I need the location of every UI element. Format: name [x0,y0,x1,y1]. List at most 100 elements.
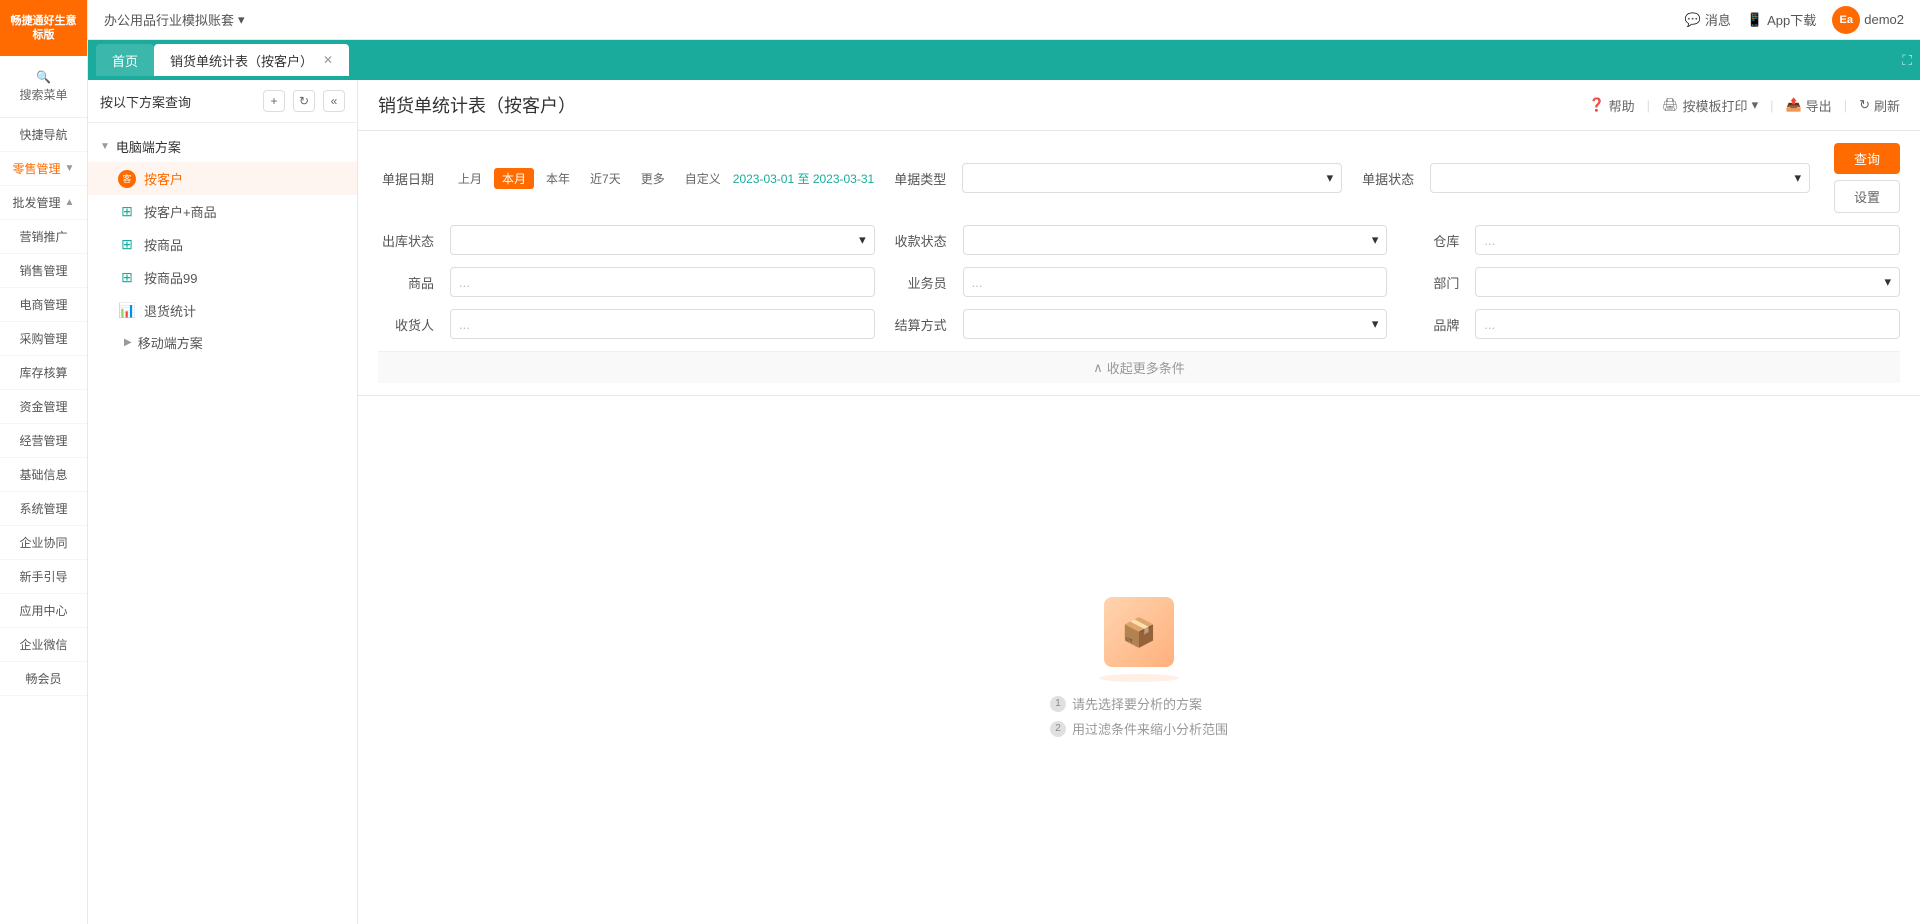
tree-item-by-customer[interactable]: 客 按客户 [88,162,357,195]
sidebar-item-purchase[interactable]: 采购管理 [0,322,87,356]
tab-sales-stat-label: 销货单统计表（按客户） [170,51,313,70]
goods-label: 商品 [378,273,434,292]
out-status-input[interactable]: ▾ [450,225,875,255]
date-btn-last-month[interactable]: 上月 [450,168,490,189]
collapse-filter-button[interactable]: ∧ 收起更多条件 [378,351,1900,383]
mobile-group: ▶ 移动端方案 [88,327,357,358]
tree-item-returns[interactable]: 📊 退货统计 [88,294,357,327]
refresh-scheme-button[interactable]: ↻ [293,90,315,112]
date-btn-more[interactable]: 更多 [633,168,673,189]
left-panel-header: 按以下方案查询 + ↻ « [88,80,357,123]
app-download-button[interactable]: 📱 App下载 [1747,10,1816,29]
sidebar-item-wholesale[interactable]: 批发管理 ▲ [0,186,87,220]
salesperson-input[interactable]: ... [963,267,1388,297]
tab-sales-stat[interactable]: 销货单统计表（按客户） ✕ [154,44,349,76]
operations-label: 经营管理 [19,432,67,449]
page-header: 销货单统计表（按客户） ❓ 帮助 | 🖨 按模板打印 ▾ | 📤 [358,80,1920,131]
customer-goods-icon: ⊞ [118,203,136,221]
tab-home[interactable]: 首页 [96,44,154,76]
date-btn-custom[interactable]: 自定义 [677,168,729,189]
desktop-group: ▼ 电脑端方案 客 按客户 ⊞ 按客户+商品 ⊞ 按商品 [88,131,357,327]
dept-input[interactable]: ▾ [1475,267,1900,297]
app-download-label: App下载 [1767,10,1816,29]
maximize-icon[interactable]: ⛶ [1902,52,1912,69]
returns-icon: 📊 [118,302,136,320]
tree-item-customer-goods[interactable]: ⊞ 按客户+商品 [88,195,357,228]
message-icon: 💬 [1685,12,1701,28]
sidebar-item-marketing[interactable]: 营销推广 [0,220,87,254]
mobile-group-label: 移动端方案 [138,333,203,352]
settings-button[interactable]: 设置 [1834,180,1900,213]
sidebar-item-finance[interactable]: 资金管理 [0,390,87,424]
sidebar-item-wechat[interactable]: 企业微信 [0,628,87,662]
goods-input[interactable]: ... [450,267,875,297]
collapse-label: 收起更多条件 [1107,358,1185,377]
dept-label: 部门 [1403,273,1459,292]
order-type-input[interactable]: ▾ [962,163,1342,193]
sidebar-item-sales[interactable]: 销售管理 [0,254,87,288]
date-btn-last7[interactable]: 近7天 [582,168,629,189]
message-button[interactable]: 💬 消息 [1685,10,1731,29]
warehouse-label: 仓库 [1403,231,1459,250]
wholesale-arrow: ▲ [65,197,75,208]
empty-hints: 1 请先选择要分析的方案 2 用过滤条件来缩小分析范围 [1050,694,1228,738]
tab-close-icon[interactable]: ✕ [323,53,333,67]
receipt-status-input[interactable]: ▾ [963,225,1388,255]
page-actions: ❓ 帮助 | 🖨 按模板打印 ▾ | 📤 导出 | [1588,96,1900,115]
collapse-panel-button[interactable]: « [323,90,345,112]
tree-section: ▼ 电脑端方案 客 按客户 ⊞ 按客户+商品 ⊞ 按商品 [88,123,357,366]
tree-item-goods[interactable]: ⊞ 按商品 [88,228,357,261]
warehouse-input[interactable]: ... [1475,225,1900,255]
avatar: Ea [1832,6,1860,34]
enterprise-label: 企业协同 [19,534,67,551]
print-dropdown-icon: ▾ [1752,97,1759,113]
desktop-group-header[interactable]: ▼ 电脑端方案 [88,131,357,162]
sidebar-item-newbie[interactable]: 新手引导 [0,560,87,594]
date-btn-this-year[interactable]: 本年 [538,168,578,189]
hint-num-2: 2 [1050,721,1066,737]
help-button[interactable]: ❓ 帮助 [1588,96,1634,115]
refresh-page-icon: ↻ [1859,97,1870,113]
collapse-up-icon: ∧ [1093,360,1103,376]
brand-label: 品牌 [1403,315,1459,334]
avatar-text: Ea [1840,14,1853,26]
sidebar-item-enterprise[interactable]: 企业协同 [0,526,87,560]
print-button[interactable]: 🖨 按模板打印 ▾ [1662,96,1758,115]
receipt-status-dropdown-icon: ▾ [1372,232,1379,248]
sidebar-item-retail[interactable]: 零售管理 ▼ [0,152,87,186]
brand-input[interactable]: ... [1475,309,1900,339]
sidebar-item-inventory[interactable]: 库存核算 [0,356,87,390]
export-label: 导出 [1806,96,1832,115]
sidebar-item-basic-info[interactable]: 基础信息 [0,458,87,492]
settlement-input[interactable]: ▾ [963,309,1388,339]
refresh-button[interactable]: ↻ 刷新 [1859,96,1900,115]
sidebar-item-app-center[interactable]: 应用中心 [0,594,87,628]
sidebar-item-operations[interactable]: 经营管理 [0,424,87,458]
sidebar-item-system[interactable]: 系统管理 [0,492,87,526]
empty-icon-face: 📦 [1122,616,1157,649]
newbie-label: 新手引导 [19,568,67,585]
add-scheme-button[interactable]: + [263,90,285,112]
out-status-dropdown-icon: ▾ [859,232,866,248]
logo-subtext: 标版 [33,28,55,42]
search-menu-button[interactable]: 🔍 搜索菜单 [8,66,79,107]
retail-arrow: ▼ [65,163,75,174]
tree-item-goods99[interactable]: ⊞ 按商品99 [88,261,357,294]
company-selector[interactable]: 办公用品行业模拟账套 ▾ [104,10,245,29]
date-btn-this-month[interactable]: 本月 [494,168,534,189]
sidebar-item-member[interactable]: 畅会员 [0,662,87,696]
receiver-input[interactable]: ... [450,309,875,339]
wechat-label: 企业微信 [19,636,67,653]
sidebar-item-quick-nav[interactable]: 快捷导航 [0,118,87,152]
basic-info-label: 基础信息 [19,466,67,483]
help-icon: ❓ [1588,97,1604,113]
empty-hint-1-text: 请先选择要分析的方案 [1072,694,1202,713]
user-profile[interactable]: Ea demo2 [1832,6,1904,34]
inventory-label: 库存核算 [19,364,67,381]
order-status-input[interactable]: ▾ [1430,163,1810,193]
export-button[interactable]: 📤 导出 [1785,96,1831,115]
query-button[interactable]: 查询 [1834,143,1900,174]
export-icon: 📤 [1785,97,1801,113]
sidebar-item-ecommerce[interactable]: 电商管理 [0,288,87,322]
mobile-group-header[interactable]: ▶ 移动端方案 [104,327,357,358]
